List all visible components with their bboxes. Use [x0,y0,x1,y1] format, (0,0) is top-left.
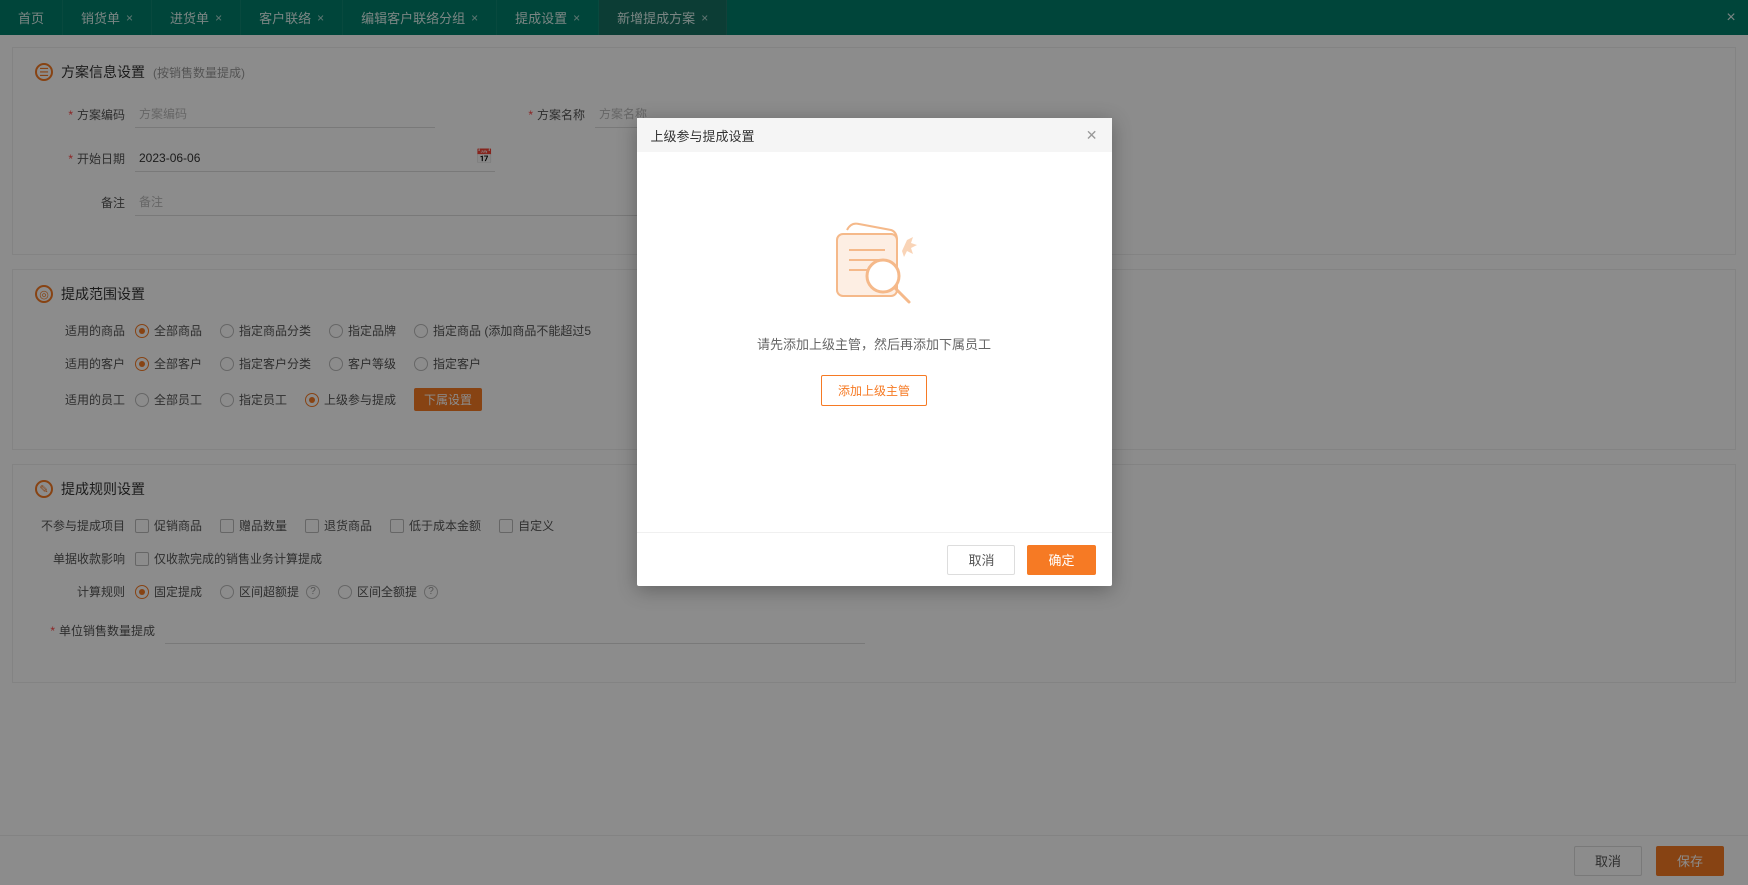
modal-body: 请先添加上级主管，然后再添加下属员工 添加上级主管 [637,152,1112,532]
modal-overlay: 上级参与提成设置 ✕ 请先添加上级主管，然后再添加下属员工 添加上级主管 [0,0,1748,885]
empty-state-icon [819,212,929,312]
modal-close-icon[interactable]: ✕ [1086,127,1098,144]
add-superior-button[interactable]: 添加上级主管 [821,375,927,406]
modal-header: 上级参与提成设置 ✕ [637,118,1112,152]
empty-state-text: 请先添加上级主管，然后再添加下属员工 [757,334,991,353]
modal-footer: 取消 确定 [637,532,1112,586]
modal-title: 上级参与提成设置 [651,126,755,145]
superior-commission-modal: 上级参与提成设置 ✕ 请先添加上级主管，然后再添加下属员工 添加上级主管 [637,118,1112,586]
modal-cancel-button[interactable]: 取消 [947,545,1015,575]
modal-confirm-button[interactable]: 确定 [1027,545,1095,575]
